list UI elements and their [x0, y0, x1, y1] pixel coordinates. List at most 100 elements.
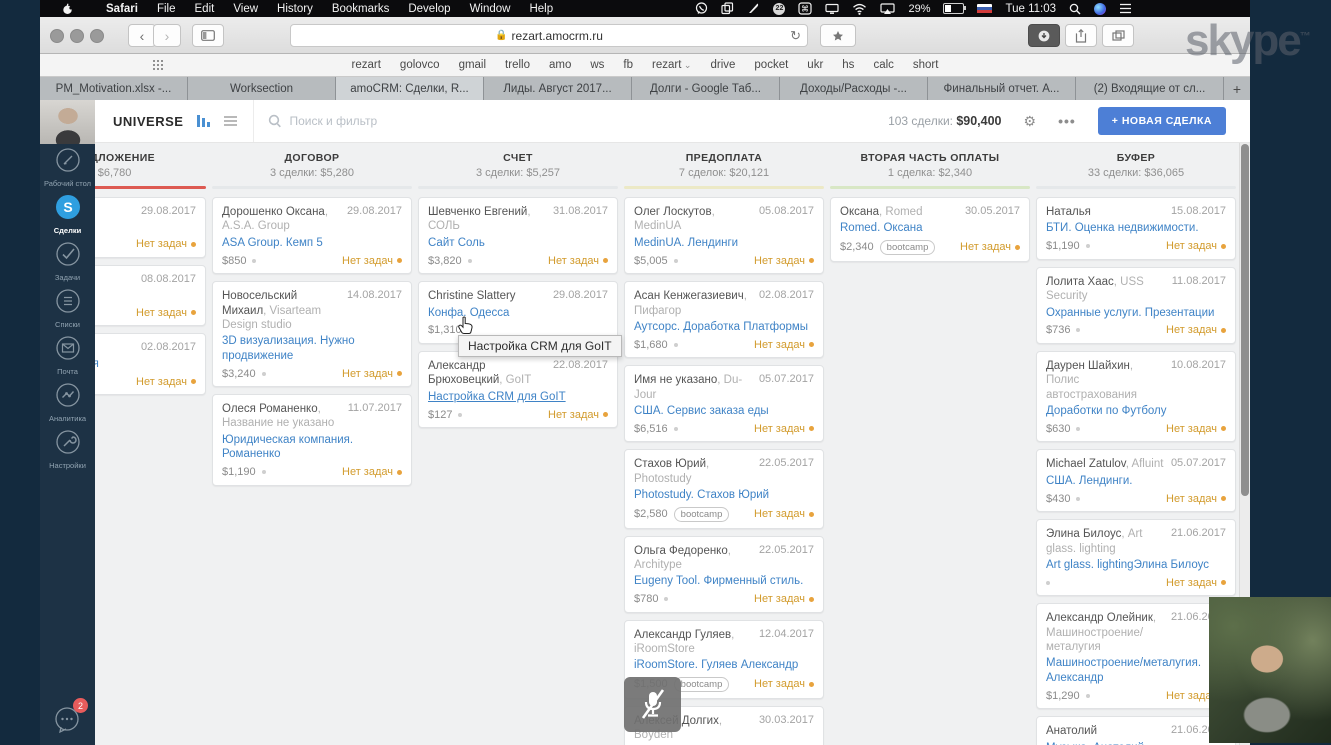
bookmark-rezart[interactable]: rezart ⌄	[652, 59, 691, 71]
bookmark-trello[interactable]: trello	[505, 59, 530, 71]
bookmark-drive[interactable]: drive	[710, 59, 735, 71]
deal-card[interactable]: Имя не указано, Du-Jour05.07.2017США. Се…	[624, 365, 824, 442]
deal-link[interactable]: 3D визуализация. Нужно продвижение	[222, 334, 402, 363]
menu-item-edit[interactable]: Edit	[195, 3, 215, 15]
viber-icon[interactable]	[695, 2, 708, 15]
apple-icon[interactable]	[62, 3, 73, 15]
deal-card[interactable]: Олег Лоскутов, MedinUA05.08.2017MedinUA.…	[624, 197, 824, 274]
browser-tab[interactable]: Лиды. Август 2017...	[484, 77, 632, 100]
minimize-window-button[interactable]	[70, 29, 84, 43]
airplay-icon[interactable]	[880, 3, 895, 15]
deal-link[interactable]: США. Сервис заказа еды	[634, 404, 814, 418]
no-tasks-label[interactable]: Нет задач	[136, 238, 196, 250]
menu-item-safari[interactable]: Safari	[106, 3, 138, 15]
scrollbar-thumb[interactable]	[1241, 144, 1249, 496]
browser-tab[interactable]: Долги - Google Таб...	[632, 77, 780, 100]
bookmark-calc[interactable]: calc	[873, 59, 893, 71]
deal-link[interactable]: США. Лендинги.	[1046, 474, 1226, 488]
deal-card[interactable]: 29.08.2017Нет задач	[95, 197, 206, 258]
no-tasks-label[interactable]: Нет задач	[136, 376, 196, 388]
menu-item-bookmarks[interactable]: Bookmarks	[332, 3, 390, 15]
deal-card[interactable]: Элина Билоус, Art glass. lighting21.06.2…	[1036, 519, 1236, 596]
browser-tab[interactable]: amoCRM: Сделки, R...	[336, 77, 484, 100]
forward-button[interactable]: ›	[153, 24, 181, 47]
no-tasks-label[interactable]: Нет задач	[342, 368, 402, 380]
no-tasks-label[interactable]: Нет задач	[754, 678, 814, 690]
pipeline-name[interactable]: UNIVERSE	[113, 114, 183, 129]
deal-card[interactable]: Оксана, Romed30.05.2017Romed. Оксана$2,3…	[830, 197, 1030, 262]
sidebar-toggle-button[interactable]	[192, 24, 224, 47]
browser-tab[interactable]: Worksection	[188, 77, 336, 100]
deal-card[interactable]: Стахов Юрий, Photostudy22.05.2017Photost…	[624, 449, 824, 528]
no-tasks-label[interactable]: Нет задач	[1166, 423, 1226, 435]
wifi-icon[interactable]	[852, 3, 867, 15]
menu-item-help[interactable]: Help	[529, 3, 553, 15]
menubar-clock[interactable]: Tue 11:03	[1005, 3, 1056, 15]
deal-link[interactable]: рия Витковская	[95, 357, 196, 371]
deal-card[interactable]: Александр Олейник, Машиностроение/металу…	[1036, 603, 1236, 709]
chat-notifications-icon[interactable]: 2	[50, 703, 84, 737]
browser-tab[interactable]: Финальный отчет. А...	[928, 77, 1076, 100]
deal-link[interactable]: Eugeny Tool. Фирменный стиль.	[634, 574, 814, 588]
sidebar-item-7[interactable]: Настройки	[40, 426, 95, 473]
back-button[interactable]: ‹	[128, 24, 156, 47]
no-tasks-label[interactable]: Нет задач	[754, 255, 814, 267]
browser-tab[interactable]: (2) Входящие от сл...	[1076, 77, 1224, 100]
deal-card[interactable]: Дорошенко Оксана, A.S.A. Group29.08.2017…	[212, 197, 412, 274]
deal-card[interactable]: Даурен Шайхин, Полис автострахования10.0…	[1036, 351, 1236, 443]
deal-card[interactable]: кий, GoIT08.08.2017Нет задач	[95, 265, 206, 326]
share-button[interactable]	[1065, 24, 1097, 47]
badge-22-icon[interactable]: 22	[773, 3, 785, 15]
new-tab-button[interactable]: +	[1224, 77, 1250, 100]
deal-link[interactable]: БТИ. Оценка недвижимости.	[1046, 221, 1226, 235]
zoom-window-button[interactable]	[90, 29, 104, 43]
no-tasks-label[interactable]: Нет задач	[548, 255, 608, 267]
gear-icon[interactable]: ⚙	[1024, 113, 1037, 130]
deal-card[interactable]: Новосельский Михаил, Visarteam Design st…	[212, 281, 412, 387]
deal-link[interactable]: ASA Group. Кемп 5	[222, 236, 402, 250]
menu-item-history[interactable]: History	[277, 3, 313, 15]
deal-link[interactable]: Юридическая компания. Романенко	[222, 433, 402, 462]
deal-link[interactable]: Доработки по Футболу	[1046, 404, 1226, 418]
bookmark-pocket[interactable]: pocket	[754, 59, 788, 71]
kanban-view-icon[interactable]	[197, 115, 210, 127]
deal-link[interactable]: Сайт Соль	[428, 236, 608, 250]
language-flag-icon[interactable]	[977, 4, 992, 14]
bookmarks-grid-icon[interactable]	[152, 59, 165, 74]
deal-card[interactable]: Ольга Федоренко, Architype22.05.2017Euge…	[624, 536, 824, 613]
reload-icon[interactable]: ↻	[790, 28, 801, 44]
deal-card[interactable]: Шевченко Евгений, СОЛЬ31.08.2017Сайт Сол…	[418, 197, 618, 274]
deal-card[interactable]: Олеся Романенко, Название не указано11.0…	[212, 394, 412, 486]
no-tasks-label[interactable]: Нет задач	[754, 339, 814, 351]
siri-icon[interactable]	[1094, 3, 1106, 15]
no-tasks-label[interactable]: Нет задач	[548, 409, 608, 421]
sidebar-item-1[interactable]: Рабочий стол	[40, 144, 95, 191]
deal-link[interactable]: Photostudy. Стахов Юрий	[634, 488, 814, 502]
favorites-button[interactable]	[820, 24, 856, 47]
command-key-icon[interactable]: ⌘	[798, 2, 812, 15]
notification-center-icon[interactable]	[1119, 3, 1132, 14]
browser-tab[interactable]: Доходы/Расходы -...	[780, 77, 928, 100]
list-view-icon[interactable]	[224, 116, 237, 126]
bookmark-amo[interactable]: amo	[549, 59, 571, 71]
close-window-button[interactable]	[50, 29, 64, 43]
deal-link[interactable]: Машиностроение/металугия. Александр	[1046, 656, 1226, 685]
deal-card[interactable]: Александр Брюховецкий, GoIT22.08.2017Нас…	[418, 351, 618, 428]
microphone-muted-button[interactable]	[624, 677, 681, 732]
sidebar-item-5[interactable]: Почта	[40, 332, 95, 379]
deal-link[interactable]: Аутсорс. Доработка Платформы	[634, 320, 814, 334]
sidebar-item-3[interactable]: Задачи	[40, 238, 95, 285]
no-tasks-label[interactable]: Нет задач	[342, 466, 402, 478]
menu-item-develop[interactable]: Develop	[408, 3, 450, 15]
copy-windows-icon[interactable]	[721, 2, 734, 15]
menu-item-file[interactable]: File	[157, 3, 176, 15]
deal-card[interactable]: Michael Zatulov, Afluint05.07.2017США. Л…	[1036, 449, 1236, 512]
bookmark-hs[interactable]: hs	[842, 59, 854, 71]
deal-link[interactable]	[95, 289, 196, 302]
no-tasks-label[interactable]: Нет задач	[1166, 577, 1226, 589]
pen-icon[interactable]	[747, 2, 760, 15]
deal-card[interactable]: Анатолий21.06.2017Музыка. АнатолийНет за…	[1036, 716, 1236, 745]
menu-item-view[interactable]: View	[233, 3, 258, 15]
deal-card[interactable]: Асан Кенжегазиевич, Пифагор02.08.2017Аут…	[624, 281, 824, 358]
no-tasks-label[interactable]: Нет задач	[342, 255, 402, 267]
